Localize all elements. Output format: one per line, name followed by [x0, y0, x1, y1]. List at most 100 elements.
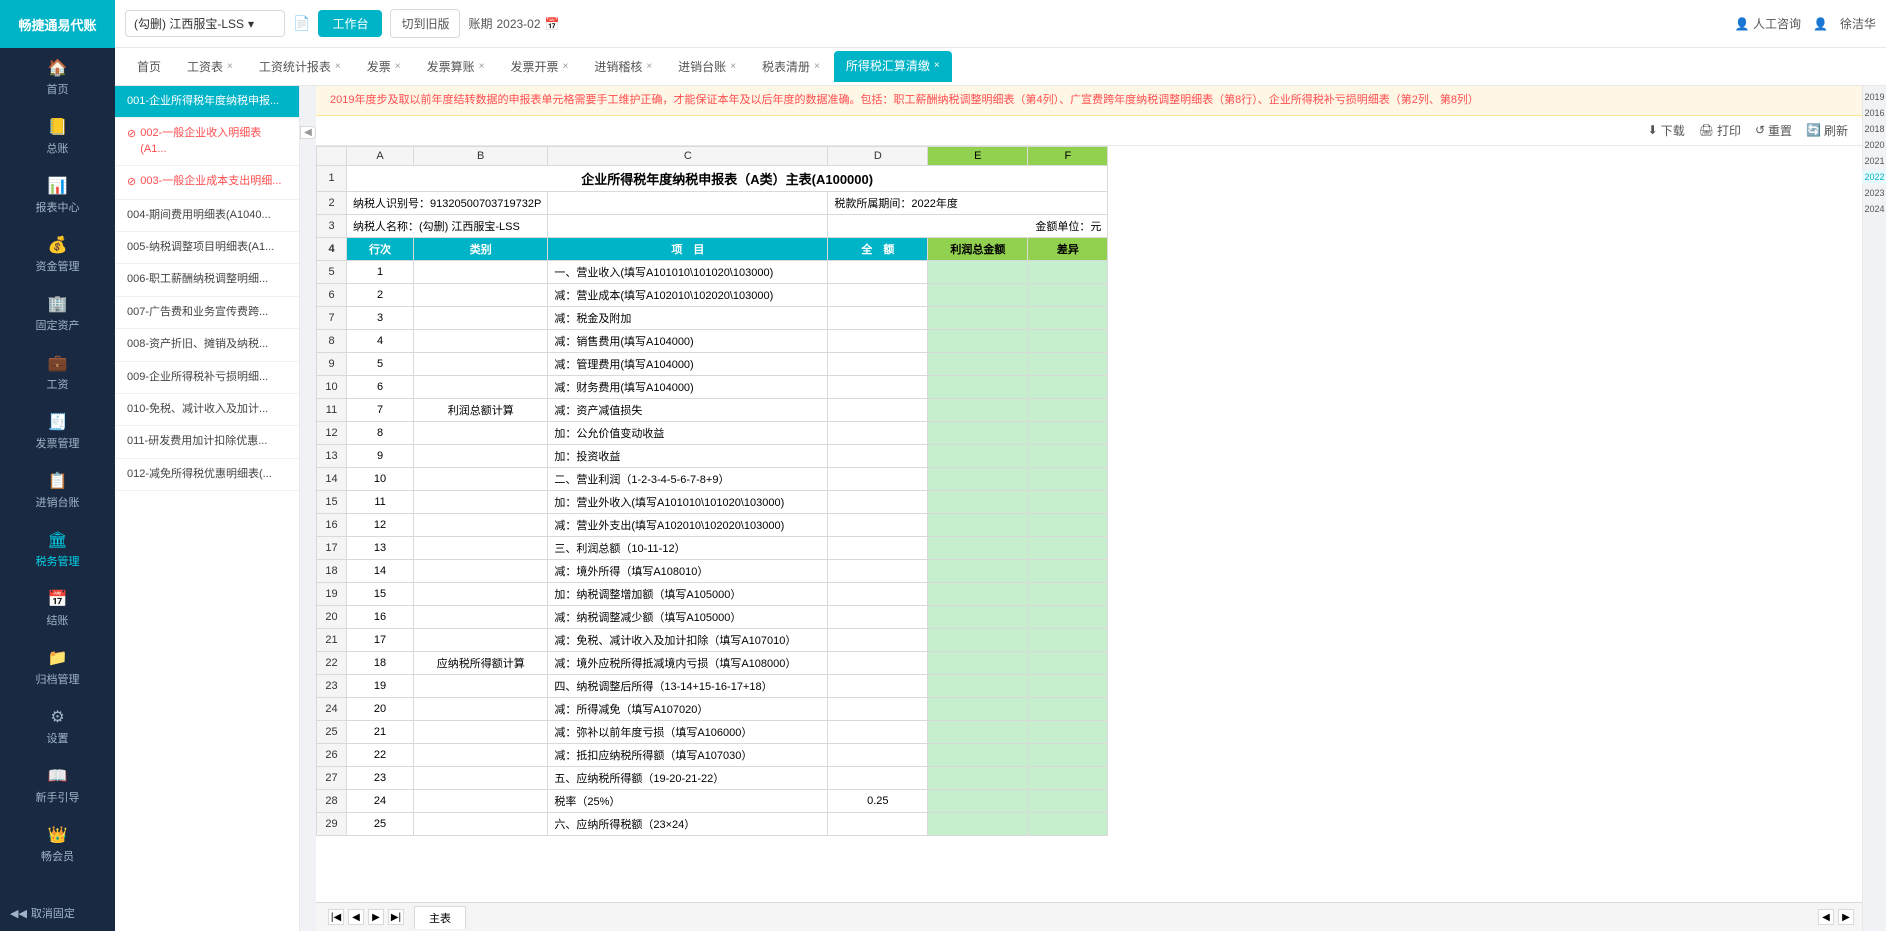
nav-next-btn[interactable]: ▶ [368, 909, 384, 925]
tab-invoice-open[interactable]: 发票开票 × [498, 52, 580, 81]
cell-16-e[interactable] [928, 513, 1028, 536]
timeline-2022[interactable]: 2022 [1861, 170, 1886, 184]
service-btn[interactable]: 👤 人工咨询 [1735, 15, 1801, 32]
cell-21-d[interactable] [828, 628, 928, 651]
sidebar-item-assets[interactable]: 🏢 固定资产 [0, 284, 115, 343]
cell-19-e[interactable] [928, 582, 1028, 605]
collapse-panel-btn[interactable]: ◀ [300, 126, 316, 139]
sidebar-item-archive[interactable]: 📁 归档管理 [0, 638, 115, 697]
tab-sales-audit[interactable]: 进销稽核 × [582, 52, 664, 81]
reset-btn[interactable]: ↺ 重置 [1755, 122, 1792, 139]
download-btn[interactable]: ⬇ 下载 [1648, 122, 1685, 139]
tab-sales-ledger[interactable]: 进销台账 × [666, 52, 748, 81]
cell-9-d[interactable] [828, 352, 928, 375]
cell-26-e[interactable] [928, 743, 1028, 766]
tab-invoice-open-close[interactable]: × [562, 61, 568, 72]
cell-12-d[interactable] [828, 421, 928, 444]
nav-prev-btn[interactable]: ◀ [348, 909, 364, 925]
tab-salary-report[interactable]: 工资统计报表 × [247, 52, 353, 81]
tab-income-tax-close[interactable]: × [934, 60, 940, 71]
cell-18-d[interactable] [828, 559, 928, 582]
cell-11-d[interactable] [828, 398, 928, 421]
cell-13-e[interactable] [928, 444, 1028, 467]
left-panel-item-003[interactable]: ⊘ 003-一般企业成本支出明细... [115, 166, 299, 199]
cell-22-d[interactable] [828, 651, 928, 674]
refresh-btn[interactable]: 🔄 刷新 [1806, 122, 1848, 139]
tab-sales-audit-close[interactable]: × [646, 61, 652, 72]
cell-11-e[interactable] [928, 398, 1028, 421]
cell-20-e[interactable] [928, 605, 1028, 628]
cell-21-e[interactable] [928, 628, 1028, 651]
cell-24-d[interactable] [828, 697, 928, 720]
cell-20-d[interactable] [828, 605, 928, 628]
sidebar-item-reports[interactable]: 📊 报表中心 [0, 166, 115, 225]
left-panel-item-009[interactable]: 009-企业所得税补亏损明细... [115, 362, 299, 394]
unpin-button[interactable]: ◀◀ 取消固定 [0, 895, 115, 931]
tab-salary-close[interactable]: × [227, 61, 233, 72]
tab-tax-clear-close[interactable]: × [814, 61, 820, 72]
cell-24-e[interactable] [928, 697, 1028, 720]
cell-10-d[interactable] [828, 375, 928, 398]
work-btn[interactable]: 工作台 [318, 10, 382, 37]
tab-sales-ledger-close[interactable]: × [730, 61, 736, 72]
tab-salary-report-close[interactable]: × [335, 61, 341, 72]
sidebar-item-home[interactable]: 🏠 首页 [0, 48, 115, 107]
timeline-2020[interactable]: 2020 [1862, 138, 1886, 152]
tab-invoice-close[interactable]: × [395, 61, 401, 72]
cell-14-d[interactable] [828, 467, 928, 490]
sidebar-item-settings[interactable]: ⚙ 设置 [0, 697, 115, 756]
cell-10-e[interactable] [928, 375, 1028, 398]
switch-btn[interactable]: 切到旧版 [390, 9, 460, 38]
timeline-2024[interactable]: 2024 [1862, 202, 1886, 216]
cell-6-d[interactable] [828, 283, 928, 306]
cell-8-d[interactable] [828, 329, 928, 352]
nav-first-btn[interactable]: |◀ [328, 909, 344, 925]
cell-17-e[interactable] [928, 536, 1028, 559]
sidebar-item-close[interactable]: 📅 结账 [0, 579, 115, 638]
cell-18-e[interactable] [928, 559, 1028, 582]
tab-home[interactable]: 首页 [125, 52, 173, 81]
sidebar-item-salary[interactable]: 💼 工资 [0, 343, 115, 402]
sidebar-item-funds[interactable]: 💰 资金管理 [0, 225, 115, 284]
sidebar-item-invoice[interactable]: 🧾 发票管理 [0, 402, 115, 461]
cell-8-e[interactable] [928, 329, 1028, 352]
cell-23-e[interactable] [928, 674, 1028, 697]
cell-29-e[interactable] [928, 812, 1028, 835]
left-panel-item-011[interactable]: 011-研发费用加计扣除优惠... [115, 426, 299, 458]
left-panel-item-006[interactable]: 006-职工薪酬纳税调整明细... [115, 264, 299, 296]
cell-26-d[interactable] [828, 743, 928, 766]
print-btn[interactable]: 🖨 打印 [1699, 122, 1741, 139]
cell-7-e[interactable] [928, 306, 1028, 329]
tab-invoice-calc[interactable]: 发票算账 × [415, 52, 497, 81]
cell-22-e[interactable] [928, 651, 1028, 674]
tab-income-tax[interactable]: 所得税汇算清缴 × [834, 51, 952, 82]
cell-15-d[interactable] [828, 490, 928, 513]
cell-28-d[interactable]: 0.25 [828, 789, 928, 812]
tab-tax-clear[interactable]: 税表清册 × [750, 52, 832, 81]
timeline-2019[interactable]: 2019 [1862, 90, 1886, 104]
sidebar-item-ledger[interactable]: 📒 总账 [0, 107, 115, 166]
tab-invoice-calc-close[interactable]: × [479, 61, 485, 72]
company-selector[interactable]: (勾删) 江西服宝-LSS ▾ [125, 10, 285, 37]
scroll-right-btn[interactable]: ▶ [1838, 909, 1854, 925]
cell-23-d[interactable] [828, 674, 928, 697]
cell-15-e[interactable] [928, 490, 1028, 513]
scroll-left-btn[interactable]: ◀ [1818, 909, 1834, 925]
cell-17-d[interactable] [828, 536, 928, 559]
cell-16-d[interactable] [828, 513, 928, 536]
timeline-2018[interactable]: 2018 [1862, 122, 1886, 136]
cell-6-e[interactable] [928, 283, 1028, 306]
cell-29-d[interactable] [828, 812, 928, 835]
cell-13-d[interactable] [828, 444, 928, 467]
left-panel-item-007[interactable]: 007-广告费和业务宣传费跨... [115, 297, 299, 329]
sidebar-item-member[interactable]: 👑 畅会员 [0, 815, 115, 874]
left-panel-item-005[interactable]: 005-纳税调整项目明细表(A1... [115, 232, 299, 264]
sidebar-item-sales[interactable]: 📋 进销台账 [0, 461, 115, 520]
cell-7-d[interactable] [828, 306, 928, 329]
left-panel-item-002[interactable]: ⊘ 002-一般企业收入明细表(A1... [115, 118, 299, 166]
tab-salary[interactable]: 工资表 × [175, 52, 245, 81]
left-panel-item-012[interactable]: 012-减免所得税优惠明细表(... [115, 459, 299, 491]
cell-5-e[interactable] [928, 260, 1028, 283]
cell-25-d[interactable] [828, 720, 928, 743]
nav-last-btn[interactable]: ▶| [388, 909, 404, 925]
